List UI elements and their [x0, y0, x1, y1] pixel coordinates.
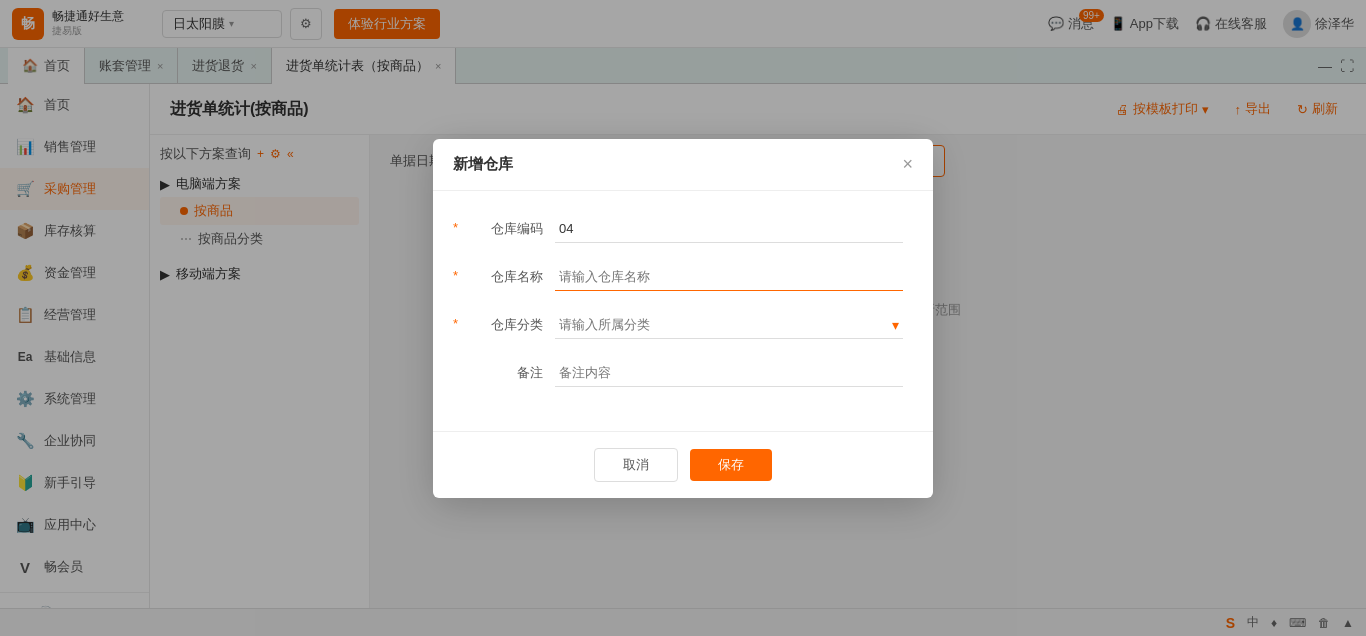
- form-row-name: 仓库名称: [463, 263, 903, 291]
- remark-input[interactable]: [555, 359, 903, 387]
- modal-title: 新增仓库: [453, 155, 513, 174]
- save-button[interactable]: 保存: [690, 449, 772, 481]
- code-label: 仓库编码: [463, 220, 543, 238]
- new-warehouse-modal: 新增仓库 × 仓库编码 仓库名称 仓库分类 ▾: [433, 139, 933, 498]
- category-select-wrap: ▾: [555, 311, 903, 339]
- modal-overlay[interactable]: 新增仓库 × 仓库编码 仓库名称 仓库分类 ▾: [0, 0, 1366, 636]
- cancel-button[interactable]: 取消: [594, 448, 678, 482]
- form-row-code: 仓库编码: [463, 215, 903, 243]
- modal-body: 仓库编码 仓库名称 仓库分类 ▾ 备注: [433, 191, 933, 431]
- code-input[interactable]: [555, 215, 903, 243]
- name-input[interactable]: [555, 263, 903, 291]
- name-label: 仓库名称: [463, 268, 543, 286]
- form-row-remark: 备注: [463, 359, 903, 387]
- remark-label: 备注: [463, 364, 543, 382]
- modal-close-button[interactable]: ×: [902, 155, 913, 173]
- category-label: 仓库分类: [463, 316, 543, 334]
- modal-header: 新增仓库 ×: [433, 139, 933, 191]
- category-input[interactable]: [555, 311, 903, 339]
- modal-footer: 取消 保存: [433, 431, 933, 498]
- form-row-category: 仓库分类 ▾: [463, 311, 903, 339]
